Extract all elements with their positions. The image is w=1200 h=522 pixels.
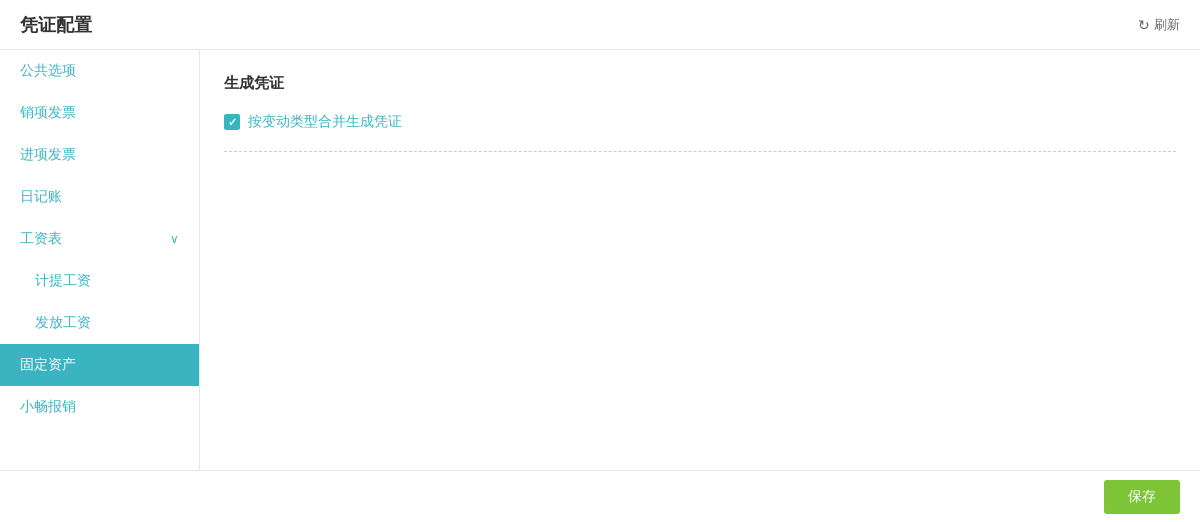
sidebar-item-purchase-invoice[interactable]: 进项发票 xyxy=(0,134,199,176)
sidebar-item-journal[interactable]: 日记账 xyxy=(0,176,199,218)
sidebar-item-label: 公共选项 xyxy=(20,62,76,80)
sidebar-item-label: 销项发票 xyxy=(20,104,76,122)
sidebar-item-label: 日记账 xyxy=(20,188,62,206)
refresh-label: 刷新 xyxy=(1154,16,1180,34)
sidebar-item-expense-claim[interactable]: 小畅报销 xyxy=(0,386,199,428)
sidebar-item-label: 进项发票 xyxy=(20,146,76,164)
refresh-icon: ↻ xyxy=(1138,17,1150,33)
sidebar-item-label: 工资表 xyxy=(20,230,62,248)
sidebar-item-sales-invoice[interactable]: 销项发票 xyxy=(0,92,199,134)
section-title: 生成凭证 xyxy=(224,74,1176,93)
content-area: 生成凭证 按变动类型合并生成凭证 xyxy=(200,50,1200,470)
page-title: 凭证配置 xyxy=(20,13,92,37)
sidebar-item-fixed-assets[interactable]: 固定资产 xyxy=(0,344,199,386)
sidebar-item-payroll-table[interactable]: 工资表 ∨ xyxy=(0,218,199,260)
main-content: 公共选项销项发票进项发票日记账工资表 ∨ 计提工资发放工资固定资产小畅报销 生成凭证… xyxy=(0,50,1200,470)
sidebar-item-label: 发放工资 xyxy=(35,314,91,332)
sidebar-item-label: 小畅报销 xyxy=(20,398,76,416)
chevron-down-icon: ∨ xyxy=(170,232,179,246)
sidebar-item-label: 计提工资 xyxy=(35,272,91,290)
refresh-button[interactable]: ↻ 刷新 xyxy=(1138,16,1180,34)
footer: 保存 xyxy=(0,470,1200,522)
sidebar-item-label: 固定资产 xyxy=(20,356,76,374)
sidebar-item-pay-salary[interactable]: 发放工资 xyxy=(0,302,199,344)
sidebar: 公共选项销项发票进项发票日记账工资表 ∨ 计提工资发放工资固定资产小畅报销 xyxy=(0,50,200,470)
sidebar-item-calculate-salary[interactable]: 计提工资 xyxy=(0,260,199,302)
header: 凭证配置 ↻ 刷新 xyxy=(0,0,1200,50)
checkbox-row: 按变动类型合并生成凭证 xyxy=(224,113,1176,131)
merge-by-type-checkbox[interactable] xyxy=(224,114,240,130)
section-divider xyxy=(224,151,1176,152)
sidebar-item-public-options[interactable]: 公共选项 xyxy=(0,50,199,92)
save-button[interactable]: 保存 xyxy=(1104,480,1180,514)
checkbox-label: 按变动类型合并生成凭证 xyxy=(248,113,402,131)
page-wrapper: 凭证配置 ↻ 刷新 公共选项销项发票进项发票日记账工资表 ∨ 计提工资发放工资固定资… xyxy=(0,0,1200,522)
